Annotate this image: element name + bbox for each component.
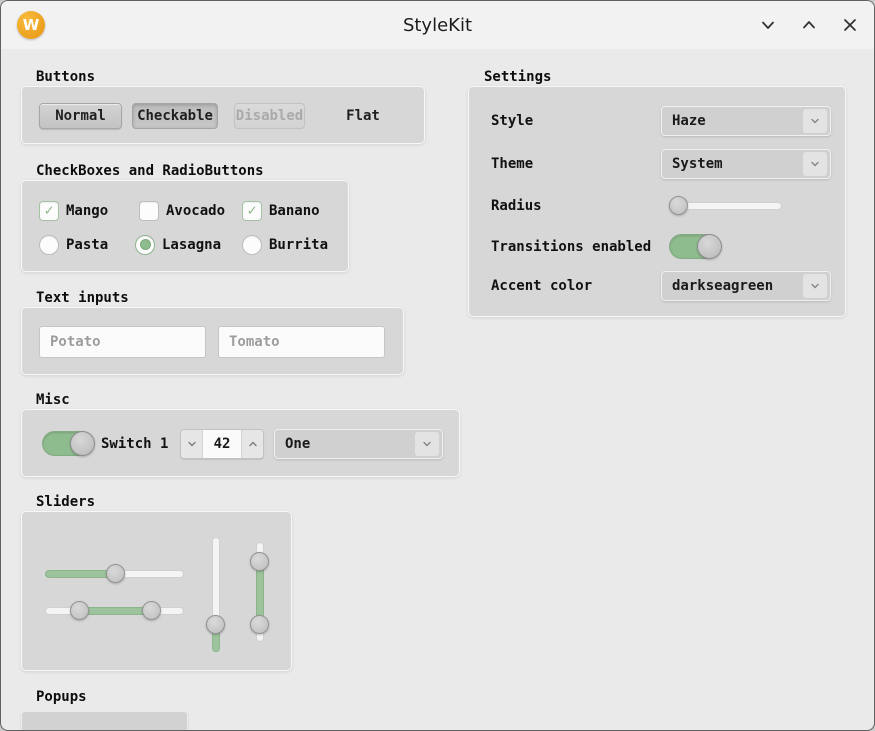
stylekit-window: W StyleKit Buttons Normal Checkable Disa… xyxy=(0,0,875,731)
transitions-label: Transitions enabled xyxy=(491,238,652,255)
chevron-down-icon xyxy=(811,161,819,167)
checkbox-label: Avocado xyxy=(166,202,226,219)
checkable-button[interactable]: Checkable xyxy=(132,103,218,129)
app-logo-letter: W xyxy=(22,16,40,34)
close-icon xyxy=(844,19,856,31)
checkbox-label: Banano xyxy=(269,202,320,219)
radius-slider-handle[interactable] xyxy=(669,196,688,215)
disabled-button: Disabled xyxy=(234,103,305,129)
spinbox[interactable]: 42 xyxy=(180,429,264,459)
chevron-down-icon xyxy=(811,283,819,289)
radio-lasagna[interactable]: Lasagna xyxy=(135,234,221,255)
radio-burrita[interactable]: Burrita xyxy=(242,234,328,255)
horizontal-range-slider-handle-second[interactable] xyxy=(142,601,161,620)
check-icon: ✓ xyxy=(44,201,54,219)
sliders-section-header: Sliders xyxy=(36,494,96,510)
radio-label: Burrita xyxy=(269,236,329,253)
combo-dropdown-button[interactable] xyxy=(803,152,827,176)
chevron-down-icon xyxy=(423,441,431,447)
switch-1-toggle[interactable] xyxy=(42,431,95,456)
combobox-value: darkseagreen xyxy=(672,278,774,294)
combobox-value: Haze xyxy=(672,113,706,129)
titlebar[interactable]: W StyleKit xyxy=(1,1,874,49)
checkbox-label: Mango xyxy=(66,202,109,219)
style-label: Style xyxy=(491,113,534,129)
radio-label: Pasta xyxy=(66,236,109,253)
radio-dot xyxy=(139,239,151,250)
window-title: StyleKit xyxy=(402,14,473,36)
combobox-value: One xyxy=(285,436,311,452)
settings-panel: Style Haze Theme System Radius Transitio… xyxy=(468,86,846,317)
close-button[interactable] xyxy=(836,11,864,39)
radius-label: Radius xyxy=(491,198,542,214)
radio-pasta[interactable]: Pasta xyxy=(39,234,108,255)
spinbox-increment-button[interactable] xyxy=(241,430,263,458)
check-icon: ✓ xyxy=(247,201,257,219)
combo-dropdown-button[interactable] xyxy=(803,109,827,133)
maximize-button[interactable] xyxy=(795,11,823,39)
app-logo-icon: W xyxy=(17,11,45,39)
tomato-input[interactable] xyxy=(218,326,385,358)
sliders-panel xyxy=(21,511,292,671)
style-combobox[interactable]: Haze xyxy=(661,106,831,136)
radio-icon[interactable] xyxy=(39,234,59,255)
popups-control-partial[interactable] xyxy=(21,711,188,730)
text-inputs-section-header: Text inputs xyxy=(36,290,129,306)
minimize-button[interactable] xyxy=(754,11,782,39)
vertical-range-slider-handle-first[interactable] xyxy=(250,552,269,571)
chevron-up-icon xyxy=(803,21,815,29)
checkbox-mango[interactable]: ✓ Mango xyxy=(39,200,108,221)
switch-1-label: Switch 1 xyxy=(101,435,169,452)
window-controls xyxy=(754,11,864,39)
checkbox-avocado[interactable]: Avocado xyxy=(139,200,225,221)
spinbox-decrement-button[interactable] xyxy=(181,430,203,458)
spinbox-value[interactable]: 42 xyxy=(203,430,241,458)
checkbox-icon[interactable]: ✓ xyxy=(39,200,59,221)
normal-button[interactable]: Normal xyxy=(39,103,122,129)
combobox-value: System xyxy=(672,156,723,172)
radio-icon[interactable] xyxy=(242,234,262,255)
transitions-toggle[interactable] xyxy=(669,234,722,259)
flat-button[interactable]: Flat xyxy=(330,103,396,129)
combo-dropdown-button[interactable] xyxy=(803,274,827,298)
chevron-up-icon xyxy=(248,441,257,447)
one-combobox[interactable]: One xyxy=(274,429,443,459)
accent-color-label: Accent color xyxy=(491,278,593,294)
chevron-down-icon xyxy=(187,441,196,447)
vertical-range-slider-handle-second[interactable] xyxy=(250,615,269,634)
horizontal-range-slider-handle-first[interactable] xyxy=(70,601,89,620)
switch-knob[interactable] xyxy=(70,431,95,456)
accent-color-combobox[interactable]: darkseagreen xyxy=(661,271,831,301)
chevron-down-icon xyxy=(811,118,819,124)
checkbox-banano[interactable]: ✓ Banano xyxy=(242,200,320,221)
radio-icon[interactable] xyxy=(135,234,155,255)
misc-panel: Switch 1 42 One xyxy=(21,409,460,477)
buttons-panel: Normal Checkable Disabled Flat xyxy=(21,86,425,144)
checks-section-header: CheckBoxes and RadioButtons xyxy=(36,163,264,179)
buttons-section-header: Buttons xyxy=(36,69,96,85)
misc-section-header: Misc xyxy=(36,392,70,408)
popups-section-header: Popups xyxy=(36,689,87,705)
checks-panel: ✓ Mango Avocado ✓ Banano Pasta Lasagna B… xyxy=(21,180,349,272)
chevron-down-icon xyxy=(762,21,774,29)
settings-section-header: Settings xyxy=(484,69,552,85)
theme-label: Theme xyxy=(491,156,534,172)
radio-label: Lasagna xyxy=(162,236,222,253)
theme-combobox[interactable]: System xyxy=(661,149,831,179)
checkbox-icon[interactable] xyxy=(139,200,159,221)
combo-dropdown-button[interactable] xyxy=(415,432,439,456)
potato-input[interactable] xyxy=(39,326,206,358)
switch-knob[interactable] xyxy=(697,234,722,259)
horizontal-slider-handle[interactable] xyxy=(106,564,125,583)
text-inputs-panel xyxy=(21,307,404,375)
vertical-slider-handle[interactable] xyxy=(206,615,225,634)
checkbox-icon[interactable]: ✓ xyxy=(242,200,262,221)
